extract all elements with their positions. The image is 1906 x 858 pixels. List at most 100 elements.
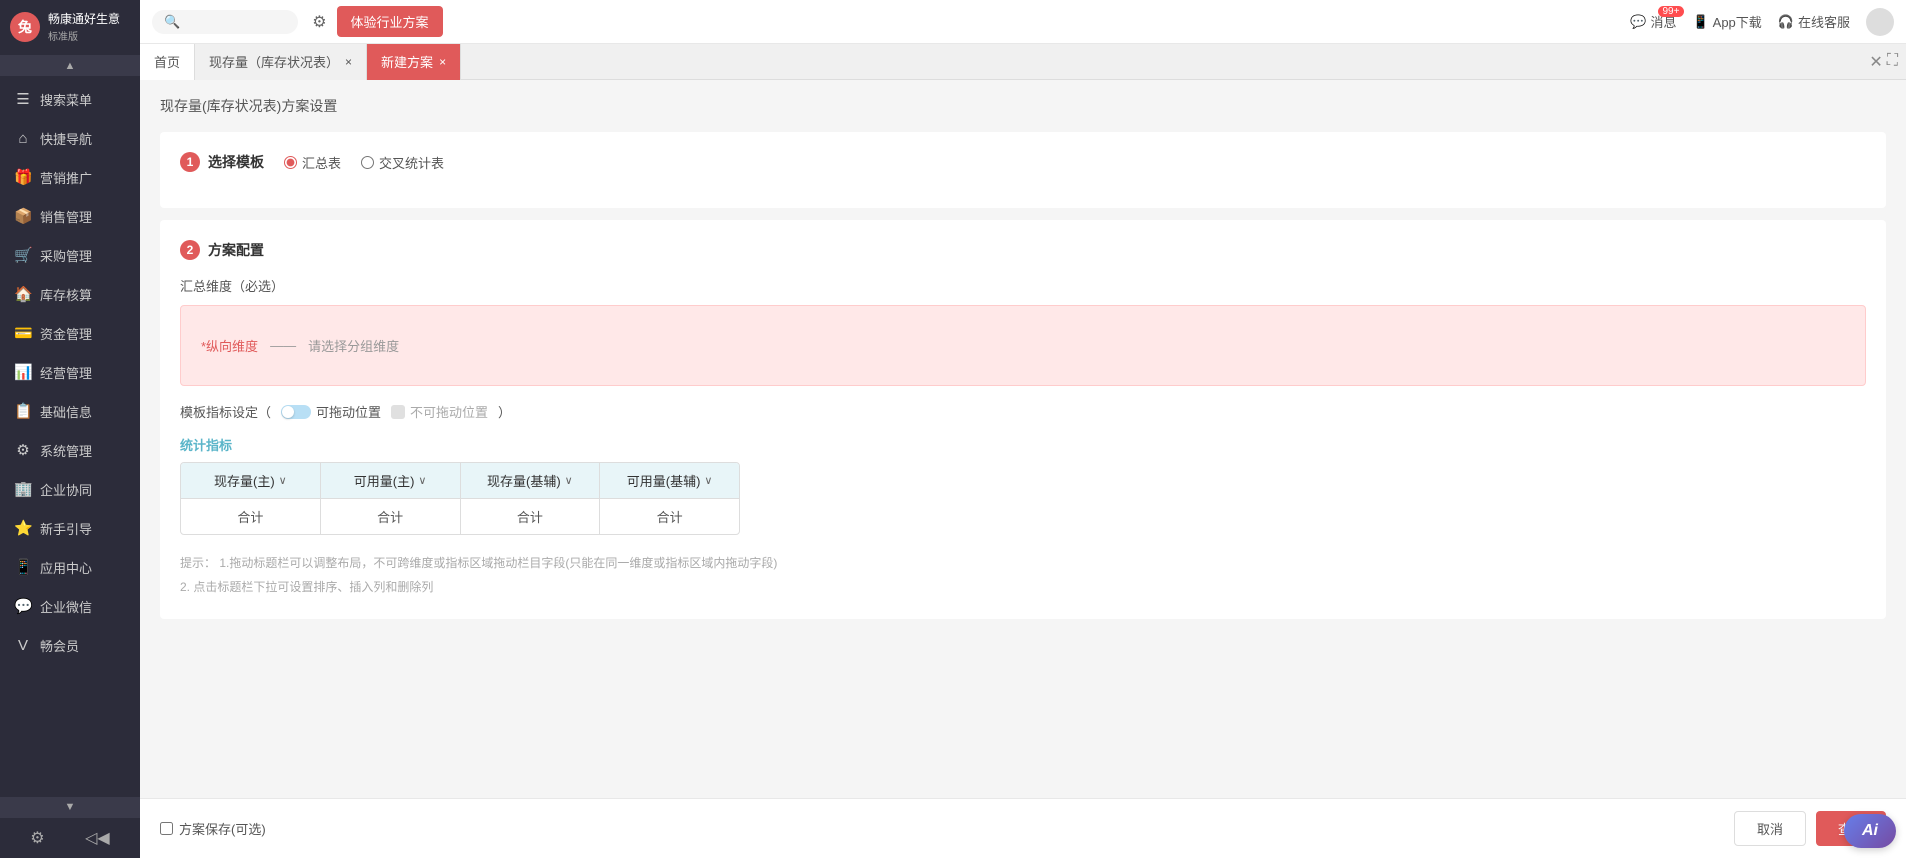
stats-col-0[interactable]: 现存量(主) ∨: [181, 463, 321, 498]
topbar-gear-icon[interactable]: ⚙: [312, 12, 326, 32]
chevron-down-icon-1[interactable]: ∨: [418, 474, 426, 487]
drag-toggle[interactable]: 可拖动位置: [281, 402, 381, 421]
service-icon: 🎧: [1778, 14, 1794, 30]
chevron-down-icon-2[interactable]: ∨: [565, 474, 573, 487]
sidebar-item-label: 搜索菜单: [40, 90, 92, 109]
radio-cross-input[interactable]: [361, 156, 374, 169]
step2-section: 2 方案配置 汇总维度（必选） *纵向维度 —— 请选择分组维度 模板指标设定（…: [160, 220, 1886, 619]
logo-icon: 兔: [10, 12, 40, 42]
sidebar-item-label: 畅会员: [40, 636, 79, 655]
search-input[interactable]: [186, 15, 286, 29]
stats-col-3-label: 可用量(基辅): [627, 471, 701, 490]
trial-button[interactable]: 体验行业方案: [337, 6, 443, 37]
window-controls: ✕ ⛶: [1869, 52, 1906, 72]
sidebar-item-label: 系统管理: [40, 441, 92, 460]
tabs-bar: 首页 现存量（库存状况表） × 新建方案 × ✕ ⛶: [140, 44, 1906, 80]
sidebar-logo: 兔 畅康通好生意 标准版: [0, 0, 140, 56]
building-icon: 🏢: [14, 480, 32, 498]
tips-title: 提示： 1.拖动标题栏可以调整布局，不可跨维度或指标区域拖动栏目字段(只能在同一…: [180, 551, 1866, 575]
drag-label: 可拖动位置: [316, 402, 381, 421]
sidebar-item-app-center[interactable]: 📱 应用中心: [0, 548, 140, 587]
sidebar-item-member[interactable]: V 畅会员: [0, 626, 140, 665]
drag-toggle-circle: [282, 406, 294, 418]
tab-new-plan-close-icon[interactable]: ×: [439, 55, 446, 69]
sidebar-item-basic-info[interactable]: 📋 基础信息: [0, 392, 140, 431]
volume-footer-btn[interactable]: ◁◀: [85, 828, 110, 848]
sidebar-item-operations[interactable]: 📊 经营管理: [0, 353, 140, 392]
chevron-down-icon-3[interactable]: ∨: [704, 474, 712, 487]
tab-home[interactable]: 首页: [140, 44, 195, 80]
settings-footer-btn[interactable]: ⚙: [30, 828, 44, 848]
tips-label: 提示：: [180, 556, 216, 570]
gift-icon: 🎁: [14, 168, 32, 186]
indicator-setting-label: 模板指标设定（: [180, 402, 271, 421]
stats-cell-2: 合计: [461, 499, 601, 534]
logo-sub: 标准版: [48, 28, 120, 43]
sidebar-item-purchase[interactable]: 🛒 采购管理: [0, 236, 140, 275]
sidebar-scroll-up[interactable]: ▲: [0, 56, 140, 76]
sidebar-item-label: 营销推广: [40, 168, 92, 187]
search-box[interactable]: 🔍: [152, 10, 298, 34]
tab-inventory-label: 现存量（库存状况表）: [209, 52, 339, 71]
app-download-btn[interactable]: 📱 App下载: [1692, 12, 1761, 31]
sidebar-item-label: 应用中心: [40, 558, 92, 577]
chat-icon: 💬: [14, 597, 32, 615]
chevron-down-icon-0[interactable]: ∨: [279, 474, 287, 487]
window-close-icon[interactable]: ✕: [1869, 52, 1882, 72]
sidebar-item-label: 销售管理: [40, 207, 92, 226]
save-check[interactable]: 方案保存(可选): [160, 819, 266, 838]
stats-col-1[interactable]: 可用量(主) ∨: [321, 463, 461, 498]
stats-col-2-label: 现存量(基辅): [487, 471, 561, 490]
sidebar-item-inventory[interactable]: 🏠 库存核算: [0, 275, 140, 314]
stats-col-3[interactable]: 可用量(基辅) ∨: [600, 463, 739, 498]
main-area: 🔍 ⚙ 体验行业方案 💬 消息 99+ 📱 App下载 🎧 在线客服 首页: [140, 0, 1906, 858]
online-service-btn[interactable]: 🎧 在线客服: [1778, 12, 1850, 31]
online-service-label: 在线客服: [1798, 12, 1850, 31]
sidebar-item-sales[interactable]: 📦 销售管理: [0, 197, 140, 236]
sidebar-item-label: 资金管理: [40, 324, 92, 343]
sidebar-item-label: 经营管理: [40, 363, 92, 382]
message-badge[interactable]: 💬 消息 99+: [1630, 12, 1676, 31]
summary-dim-label: 汇总维度（必选）: [180, 276, 1866, 295]
sidebar-item-quick-nav[interactable]: ⌂ 快捷导航: [0, 119, 140, 158]
step1-section: 1 选择模板 汇总表 交叉统计表: [160, 132, 1886, 208]
radio-summary[interactable]: 汇总表: [284, 153, 341, 172]
chart-icon: 📊: [14, 363, 32, 381]
step1-num: 1: [180, 152, 200, 172]
sidebar-scroll-down[interactable]: ▼: [0, 797, 140, 817]
search-icon: 🔍: [164, 14, 180, 30]
avatar[interactable]: [1866, 8, 1894, 36]
sidebar-item-label: 库存核算: [40, 285, 92, 304]
tab-new-plan[interactable]: 新建方案 ×: [367, 44, 461, 80]
sidebar-item-search[interactable]: ☰ 搜索菜单: [0, 80, 140, 119]
clipboard-icon: 📋: [14, 402, 32, 420]
sidebar-item-enterprise-wx[interactable]: 💬 企业微信: [0, 587, 140, 626]
radio-cross[interactable]: 交叉统计表: [361, 153, 444, 172]
sidebar-item-marketing[interactable]: 🎁 营销推广: [0, 158, 140, 197]
tab-inventory-status[interactable]: 现存量（库存状况表） ×: [195, 44, 367, 80]
sidebar-item-system[interactable]: ⚙ 系统管理: [0, 431, 140, 470]
sidebar-nav: ☰ 搜索菜单 ⌂ 快捷导航 🎁 营销推广 📦 销售管理 🛒 采购管理 🏠 库存核…: [0, 76, 140, 797]
save-checkbox[interactable]: [160, 822, 173, 835]
step1-header: 1 选择模板 汇总表 交叉统计表: [180, 152, 1866, 172]
radio-summary-input[interactable]: [284, 156, 297, 169]
stats-title: 统计指标: [180, 435, 1866, 454]
window-expand-icon[interactable]: ⛶: [1887, 52, 1898, 72]
sidebar-item-new-guide[interactable]: ⭐ 新手引导: [0, 509, 140, 548]
no-drag-label: 不可拖动位置: [391, 402, 488, 421]
cancel-button[interactable]: 取消: [1734, 811, 1806, 846]
tab-inventory-close-icon[interactable]: ×: [345, 55, 352, 69]
bottom-bar: 方案保存(可选) 取消 查询: [140, 798, 1906, 858]
dimension-box[interactable]: *纵向维度 —— 请选择分组维度: [180, 305, 1866, 386]
indicator-setting-end: ）: [498, 402, 511, 421]
dimension-required: *纵向维度: [201, 336, 258, 355]
step2-num: 2: [180, 240, 200, 260]
download-icon: 📱: [1692, 14, 1708, 30]
sidebar-item-label: 采购管理: [40, 246, 92, 265]
stats-col-2[interactable]: 现存量(基辅) ∨: [461, 463, 601, 498]
sidebar-item-enterprise[interactable]: 🏢 企业协同: [0, 470, 140, 509]
message-count: 99+: [1658, 6, 1685, 17]
ai-floating-button[interactable]: Ai: [1844, 814, 1896, 848]
dimension-dash: ——: [270, 338, 296, 353]
sidebar-item-finance[interactable]: 💳 资金管理: [0, 314, 140, 353]
